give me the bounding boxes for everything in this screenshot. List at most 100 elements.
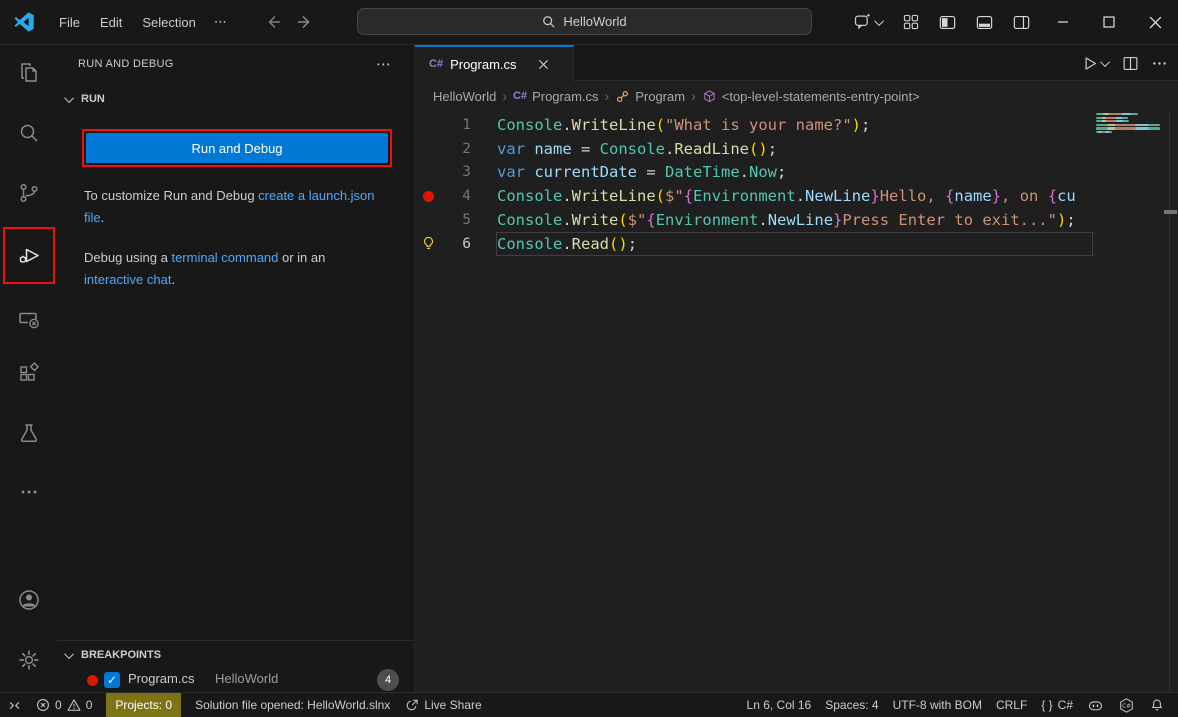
csharp-extension-icon: C#: [1118, 697, 1135, 714]
lightbulb-icon[interactable]: [420, 235, 437, 252]
scrollbar-track[interactable]: [1169, 111, 1170, 692]
editor-group: C# Program.cs HelloWorld: [415, 45, 1178, 692]
copilot-status[interactable]: [1080, 693, 1111, 717]
breakpoint-dot-icon[interactable]: [423, 191, 434, 202]
chevron-down-icon: [64, 649, 74, 659]
explorer-icon[interactable]: [17, 61, 41, 85]
minimap-line: [1096, 131, 1112, 133]
line-number: 6: [441, 236, 471, 252]
minimap-line: [1096, 117, 1128, 119]
live-share-button[interactable]: Live Share: [397, 693, 488, 717]
forward-arrow-icon[interactable]: [296, 13, 314, 31]
annotation-box-debug-icon: [3, 227, 55, 284]
code-line[interactable]: 6Console.Read();: [415, 232, 1178, 256]
run-and-debug-button[interactable]: Run and Debug: [86, 133, 388, 163]
maximize-button[interactable]: [1086, 0, 1132, 44]
csharp-extension-status[interactable]: C#: [1111, 693, 1142, 717]
sidebar-more-actions-button[interactable]: ⋯: [376, 55, 392, 73]
hint-text: or in an: [278, 250, 325, 265]
end-of-line[interactable]: CRLF: [989, 693, 1034, 717]
sidebar-title: RUN AND DEBUG: [78, 58, 174, 70]
testing-icon[interactable]: [17, 421, 41, 445]
more-views-icon[interactable]: [17, 480, 41, 504]
language-mode[interactable]: { } C#: [1034, 693, 1080, 717]
minimap[interactable]: [1096, 113, 1162, 134]
breakpoint-checkbox[interactable]: ✓: [104, 672, 120, 688]
menu-file[interactable]: File: [49, 11, 90, 34]
breadcrumbs: HelloWorld › C# Program.cs › Program › <…: [415, 81, 1178, 111]
breadcrumb-project[interactable]: HelloWorld: [433, 89, 496, 104]
indentation[interactable]: Spaces: 4: [818, 693, 885, 717]
remote-indicator[interactable]: [0, 693, 29, 717]
gutter-glyph-margin[interactable]: [415, 235, 441, 252]
editor-more-actions-icon[interactable]: [1151, 55, 1168, 72]
menu-overflow-button[interactable]: ⋯: [206, 10, 236, 34]
code-line[interactable]: 4Console.WriteLine($"{Environment.NewLin…: [415, 184, 1178, 208]
code-line[interactable]: 3var currentDate = DateTime.Now;: [415, 161, 1178, 185]
toggle-panel-button[interactable]: [966, 13, 1003, 32]
run-or-debug-button[interactable]: [1081, 55, 1110, 72]
customize-layout-icon: [902, 13, 920, 31]
breadcrumb-symbol[interactable]: <top-level-statements-entry-point>: [702, 89, 920, 104]
breakpoints-section-header[interactable]: BREAKPOINTS: [67, 649, 161, 661]
error-count: 0: [55, 698, 62, 712]
overview-ruler-marker: [1164, 210, 1177, 214]
language-label: C#: [1058, 698, 1073, 712]
search-value: HelloWorld: [563, 14, 626, 29]
minimap-line: [1096, 127, 1160, 129]
tab-close-icon[interactable]: [538, 59, 549, 70]
breadcrumb-file[interactable]: C# Program.cs: [513, 89, 599, 104]
symbol-cube-icon: [702, 89, 717, 104]
tab-label: Program.cs: [450, 57, 516, 72]
code-editor[interactable]: 1Console.WriteLine("What is your name?")…: [415, 111, 1178, 692]
customize-layout-button[interactable]: [893, 13, 929, 31]
remote-explorer-icon[interactable]: [17, 308, 41, 332]
line-number: 5: [441, 212, 471, 228]
minimize-icon: [1057, 16, 1069, 28]
toggle-primary-sidebar-button[interactable]: [929, 13, 966, 32]
split-editor-icon[interactable]: [1122, 55, 1139, 72]
interactive-chat-link[interactable]: interactive chat: [84, 272, 171, 287]
accounts-icon[interactable]: [17, 588, 41, 612]
search-sidebar-icon[interactable]: [17, 121, 41, 145]
gutter-glyph-margin[interactable]: [415, 191, 441, 202]
command-center-search[interactable]: HelloWorld: [357, 8, 812, 35]
code-line[interactable]: 1Console.WriteLine("What is your name?")…: [415, 113, 1178, 137]
run-section-header[interactable]: RUN: [67, 93, 105, 105]
line-number: 3: [441, 164, 471, 180]
braces-icon: { }: [1041, 698, 1052, 712]
source-control-icon[interactable]: [17, 181, 41, 205]
close-button[interactable]: [1132, 0, 1178, 44]
problems-indicator[interactable]: 0 0: [29, 693, 99, 717]
tab-program-cs[interactable]: C# Program.cs: [415, 45, 574, 81]
cursor-position[interactable]: Ln 6, Col 16: [740, 693, 819, 717]
notifications[interactable]: [1142, 693, 1172, 717]
breakpoint-list-item[interactable]: ✓ Program.cs HelloWorld 4: [57, 669, 414, 691]
minimize-button[interactable]: [1040, 0, 1086, 44]
breadcrumb-label: Program.cs: [532, 89, 598, 104]
back-arrow-icon[interactable]: [264, 13, 282, 31]
menu-edit[interactable]: Edit: [90, 11, 132, 34]
code-line[interactable]: 2var name = Console.ReadLine();: [415, 137, 1178, 161]
terminal-command-link[interactable]: terminal command: [171, 250, 278, 265]
debug-hint-text: Debug using a terminal command or in an …: [84, 247, 386, 291]
encoding[interactable]: UTF-8 with BOM: [886, 693, 989, 717]
line-number: 4: [441, 188, 471, 204]
code-text: Console.WriteLine("What is your name?");: [497, 116, 870, 134]
toggle-secondary-sidebar-button[interactable]: [1003, 13, 1040, 32]
solution-message[interactable]: Solution file opened: HelloWorld.slnx: [188, 693, 397, 717]
breadcrumb-label: HelloWorld: [433, 89, 496, 104]
vscode-logo: [13, 11, 35, 33]
run-section-label: RUN: [81, 93, 105, 105]
projects-status-badge[interactable]: Projects: 0: [106, 693, 181, 717]
menu-selection[interactable]: Selection: [132, 11, 205, 34]
csharp-file-icon: C#: [429, 58, 443, 70]
settings-gear-icon[interactable]: [17, 648, 41, 672]
breadcrumb-class[interactable]: Program: [615, 89, 685, 104]
extensions-icon[interactable]: [17, 361, 41, 385]
copilot-chat-button[interactable]: [844, 12, 893, 32]
chevron-down-icon: [1100, 57, 1110, 67]
close-icon: [1149, 16, 1162, 29]
code-line[interactable]: 5Console.Write($"{Environment.NewLine}Pr…: [415, 208, 1178, 232]
breakpoint-project: HelloWorld: [215, 671, 278, 686]
